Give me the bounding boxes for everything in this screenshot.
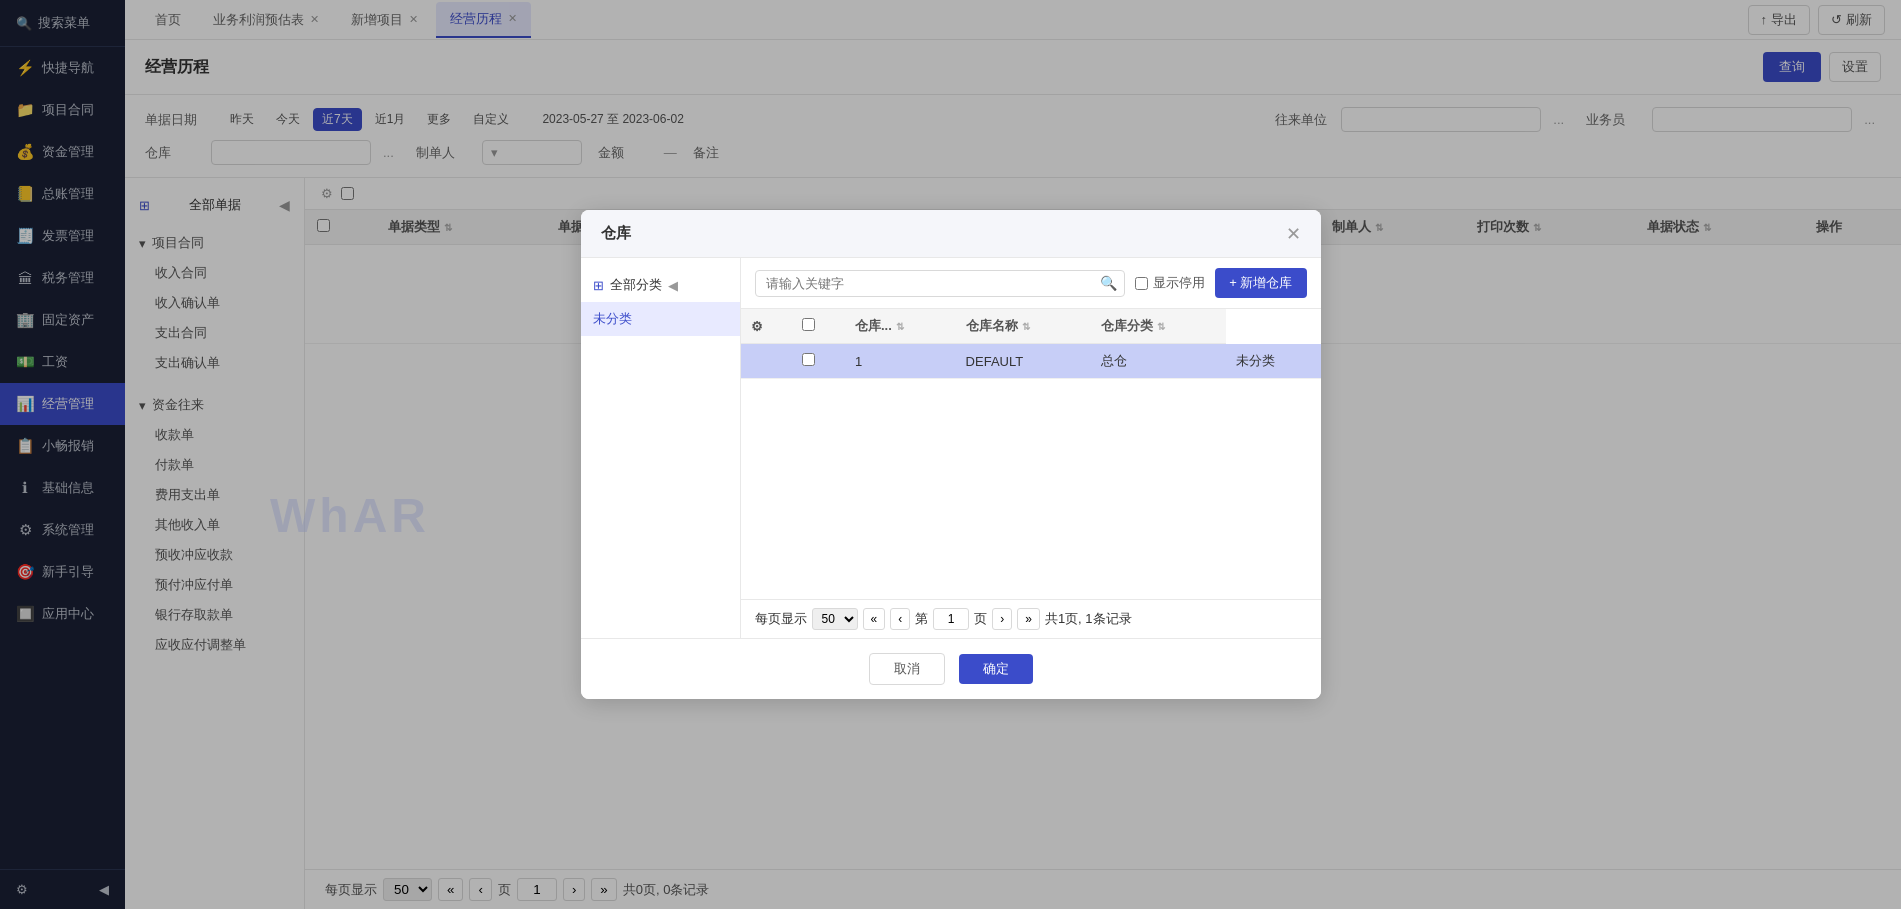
modal-grid-icon: ⊞: [593, 278, 604, 293]
modal-search-wrap: 🔍: [755, 270, 1126, 297]
modal-search-icon: 🔍: [1100, 275, 1117, 291]
row-code: DEFAULT: [956, 344, 1091, 379]
confirm-button[interactable]: 确定: [959, 654, 1033, 684]
modal-header: 仓库 ✕: [581, 210, 1321, 258]
modal-sidebar: ⊞ 全部分类 ◀ 未分类: [581, 258, 741, 638]
modal-sidebar-unclassified[interactable]: 未分类: [581, 302, 740, 336]
row-index: 1: [845, 344, 956, 379]
modal-settings-icon[interactable]: ⚙: [751, 319, 763, 334]
modal-per-page-label: 每页显示: [755, 610, 807, 628]
row-settings: [741, 344, 792, 379]
show-disabled-checkbox-wrap[interactable]: 显示停用: [1135, 274, 1205, 292]
modal-title: 仓库: [601, 224, 631, 243]
modal-col-category: 仓库分类 ⇅: [1091, 309, 1226, 344]
row-category: 未分类: [1226, 344, 1321, 379]
modal-body: ⊞ 全部分类 ◀ 未分类 🔍 显示停用: [581, 258, 1321, 638]
row-checkbox-input[interactable]: [802, 353, 815, 366]
modal-overlay: 仓库 ✕ ⊞ 全部分类 ◀ 未分类 🔍: [0, 0, 1901, 909]
modal-col-name: 仓库名称 ⇅: [956, 309, 1091, 344]
show-disabled-label: 显示停用: [1153, 274, 1205, 292]
modal-search-input[interactable]: [755, 270, 1126, 297]
modal-close-button[interactable]: ✕: [1286, 225, 1301, 243]
warehouse-modal: 仓库 ✕ ⊞ 全部分类 ◀ 未分类 🔍: [581, 210, 1321, 699]
modal-col-checkbox: [792, 309, 845, 344]
modal-per-page-select[interactable]: 50: [812, 608, 858, 630]
table-row[interactable]: 1 DEFAULT 总仓 未分类: [741, 344, 1321, 379]
row-name: 总仓: [1091, 344, 1226, 379]
modal-toolbar: 🔍 显示停用 + 新增仓库: [741, 258, 1321, 309]
modal-table-wrap: ⚙ 仓库... ⇅ 仓库名称: [741, 309, 1321, 599]
modal-actions: 取消 确定: [581, 638, 1321, 699]
modal-sidebar-collapse[interactable]: ◀: [668, 278, 678, 293]
modal-prev-page[interactable]: ‹: [890, 608, 910, 630]
modal-last-page[interactable]: »: [1017, 608, 1040, 630]
modal-content-area: 🔍 显示停用 + 新增仓库 ⚙: [741, 258, 1321, 638]
modal-all-category-label: 全部分类: [610, 276, 662, 294]
modal-sidebar-header[interactable]: ⊞ 全部分类 ◀: [581, 268, 740, 302]
cancel-button[interactable]: 取消: [869, 653, 945, 685]
show-disabled-checkbox[interactable]: [1135, 277, 1148, 290]
modal-col-code: 仓库... ⇅: [845, 309, 956, 344]
modal-next-page[interactable]: ›: [992, 608, 1012, 630]
modal-col-settings: ⚙: [741, 309, 792, 344]
modal-total: 共1页, 1条记录: [1045, 610, 1132, 628]
modal-header-checkbox[interactable]: [802, 318, 815, 331]
modal-page-input[interactable]: [933, 608, 969, 630]
row-checkbox: [792, 344, 845, 379]
modal-footer-bar: 每页显示 50 « ‹ 第 页 › » 共1页, 1条记录: [741, 599, 1321, 638]
add-warehouse-button[interactable]: + 新增仓库: [1215, 268, 1306, 298]
modal-page-suffix: 页: [974, 610, 987, 628]
modal-table: ⚙ 仓库... ⇅ 仓库名称: [741, 309, 1321, 379]
modal-pagination: 每页显示 50 « ‹ 第 页 › » 共1页, 1条记录: [755, 608, 1132, 630]
modal-first-page[interactable]: «: [863, 608, 886, 630]
modal-page-prefix: 第: [915, 610, 928, 628]
